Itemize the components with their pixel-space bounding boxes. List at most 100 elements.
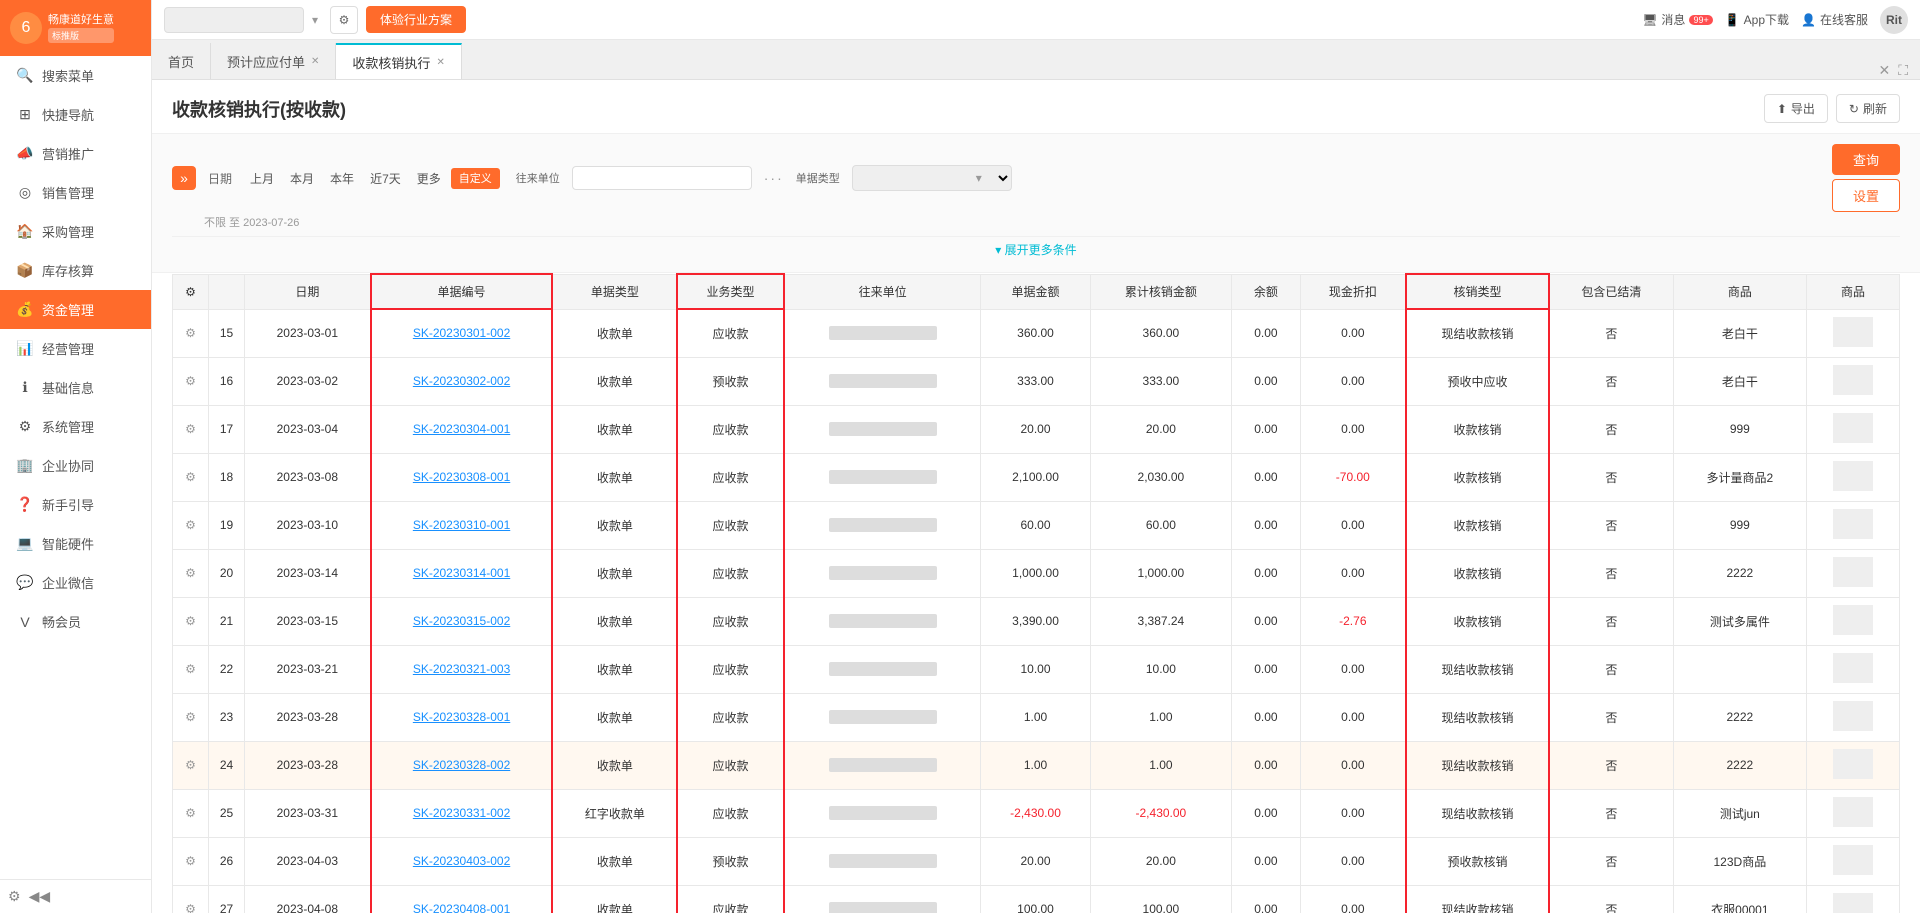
cell-doc-no[interactable]: SK-20230331-002 [371,789,553,837]
topbar-dropdown-arrow[interactable]: ▾ [312,13,318,27]
doc-no-link[interactable]: SK-20230408-001 [413,902,510,913]
doc-no-link[interactable]: SK-20230328-002 [413,758,510,772]
cell-doc-no[interactable]: SK-20230328-002 [371,741,553,789]
industry-solution-btn[interactable]: 体验行业方案 [366,6,466,33]
cell-gear[interactable]: ⚙ [173,501,209,549]
sidebar-item-wechat[interactable]: 💬 企业微信 [0,563,151,602]
cell-gear[interactable]: ⚙ [173,549,209,597]
doc-no-link[interactable]: SK-20230331-002 [413,806,510,820]
settings-icon[interactable]: ⚙ [8,888,21,905]
doc-no-link[interactable]: SK-20230310-001 [413,518,510,532]
app-download-label: App下载 [1744,11,1789,28]
cell-offset-type: 现结收款核销 [1406,645,1549,693]
tab-receipts-label: 收款核销执行 [352,53,430,72]
sidebar-item-marketing[interactable]: 📣 营销推广 [0,134,151,173]
cell-doc-no[interactable]: SK-20230302-002 [371,357,553,405]
cell-doc-no[interactable]: SK-20230310-001 [371,501,553,549]
query-btn[interactable]: 查询 [1832,144,1900,175]
cell-date: 2023-03-04 [245,405,371,453]
topbar-title-input[interactable] [164,7,304,33]
cell-doc-no[interactable]: SK-20230304-001 [371,405,553,453]
th-gear[interactable]: ⚙ [173,274,209,309]
sidebar-item-basic[interactable]: ℹ 基础信息 [0,368,151,407]
sidebar-item-search[interactable]: 🔍 搜索菜单 [0,56,151,95]
cell-doc-no[interactable]: SK-20230321-003 [371,645,553,693]
date-this-month-btn[interactable]: 本月 [284,168,320,189]
cell-gear[interactable]: ⚙ [173,741,209,789]
cell-gear[interactable]: ⚙ [173,837,209,885]
sidebar-item-label: 系统管理 [42,417,94,436]
cell-doc-no[interactable]: SK-20230314-001 [371,549,553,597]
cell-doc-no[interactable]: SK-20230301-002 [371,309,553,357]
cell-doc-no[interactable]: SK-20230308-001 [371,453,553,501]
cell-gear[interactable]: ⚙ [173,789,209,837]
doc-no-link[interactable]: SK-20230314-001 [413,566,510,580]
cell-doc-no[interactable]: SK-20230403-002 [371,837,553,885]
sidebar-item-vip[interactable]: V 畅会员 [0,602,151,641]
sidebar-item-inventory[interactable]: 📦 库存核算 [0,251,151,290]
sidebar-item-operation[interactable]: 📊 经营管理 [0,329,151,368]
user-avatar[interactable]: Rit [1880,6,1908,34]
cell-gear[interactable]: ⚙ [173,405,209,453]
partner-input[interactable] [572,166,752,190]
tab-maximize-btn[interactable]: ⛶ [1898,62,1908,79]
cell-offset-type: 现结收款核销 [1406,309,1549,357]
cell-doc-no[interactable]: SK-20230315-002 [371,597,553,645]
filter-settings-btn[interactable]: 设置 [1832,179,1900,212]
sidebar-item-corp[interactable]: 🏢 企业协同 [0,446,151,485]
sidebar-item-hardware[interactable]: 💻 智能硬件 [0,524,151,563]
cell-gear[interactable]: ⚙ [173,885,209,913]
doc-no-link[interactable]: SK-20230308-001 [413,470,510,484]
receipt-type-select[interactable] [852,165,1012,191]
cell-gear[interactable]: ⚙ [173,357,209,405]
cell-doc-no[interactable]: SK-20230408-001 [371,885,553,913]
refresh-btn[interactable]: ↻ 刷新 [1836,94,1900,123]
cell-product: 999 [1673,501,1806,549]
tab-home[interactable]: 首页 [152,43,211,79]
tab-receipts[interactable]: 收款核销执行 ✕ [336,43,461,79]
cell-gear[interactable]: ⚙ [173,597,209,645]
doc-no-link[interactable]: SK-20230315-002 [413,614,510,628]
tab-prepay[interactable]: 预计应应付单 ✕ [211,43,336,79]
doc-no-link[interactable]: SK-20230328-001 [413,710,510,724]
date-last-month-btn[interactable]: 上月 [244,168,280,189]
cell-gear[interactable]: ⚙ [173,693,209,741]
tab-receipts-close[interactable]: ✕ [436,57,444,68]
expand-more-btn[interactable]: ▾ 展开更多条件 [172,236,1900,262]
cell-partner: ████████ [784,549,981,597]
cell-partner: ████████ [784,645,981,693]
tab-close-all-btn[interactable]: ✕ [1878,62,1890,79]
date-7days-btn[interactable]: 近7天 [364,168,407,189]
collapse-icon[interactable]: ◀◀ [29,888,51,905]
doc-no-link[interactable]: SK-20230403-002 [413,854,510,868]
cell-date: 2023-03-28 [245,693,371,741]
filter-collapse-btn[interactable]: » [172,166,196,190]
date-more-btn[interactable]: 更多 [411,168,447,189]
sidebar-bottom: ⚙ ◀◀ [0,879,151,913]
sidebar-item-guide[interactable]: ❓ 新手引导 [0,485,151,524]
doc-no-link[interactable]: SK-20230321-003 [413,662,510,676]
export-btn[interactable]: ⬆ 导出 [1764,94,1828,123]
cell-gear[interactable]: ⚙ [173,645,209,693]
topbar-gear-btn[interactable]: ⚙ [330,6,358,34]
sidebar-item-system[interactable]: ⚙ 系统管理 [0,407,151,446]
app-download-btn[interactable]: 📱 App下载 [1725,11,1789,28]
cell-gear[interactable]: ⚙ [173,309,209,357]
sidebar-item-sales[interactable]: ◎ 销售管理 [0,173,151,212]
sidebar-item-quick[interactable]: ⊞ 快捷导航 [0,95,151,134]
cell-doc-type: 收款单 [552,741,677,789]
tab-prepay-close[interactable]: ✕ [311,56,319,67]
sidebar-item-purchase[interactable]: 🏠 采购管理 [0,212,151,251]
doc-no-link[interactable]: SK-20230302-002 [413,374,510,388]
cell-gear[interactable]: ⚙ [173,453,209,501]
cell-amount: 60.00 [981,501,1090,549]
doc-no-link[interactable]: SK-20230304-001 [413,422,510,436]
doc-no-link[interactable]: SK-20230301-002 [413,326,510,340]
messages-btn[interactable]: 🖥 消息 99+ [1642,11,1713,28]
cell-partner: ████████ [784,597,981,645]
online-service-btn[interactable]: 👤 在线客服 [1801,11,1868,28]
cell-doc-no[interactable]: SK-20230328-001 [371,693,553,741]
date-custom-btn[interactable]: 自定义 [451,168,500,189]
sidebar-item-finance[interactable]: 💰 资金管理 [0,290,151,329]
date-this-year-btn[interactable]: 本年 [324,168,360,189]
